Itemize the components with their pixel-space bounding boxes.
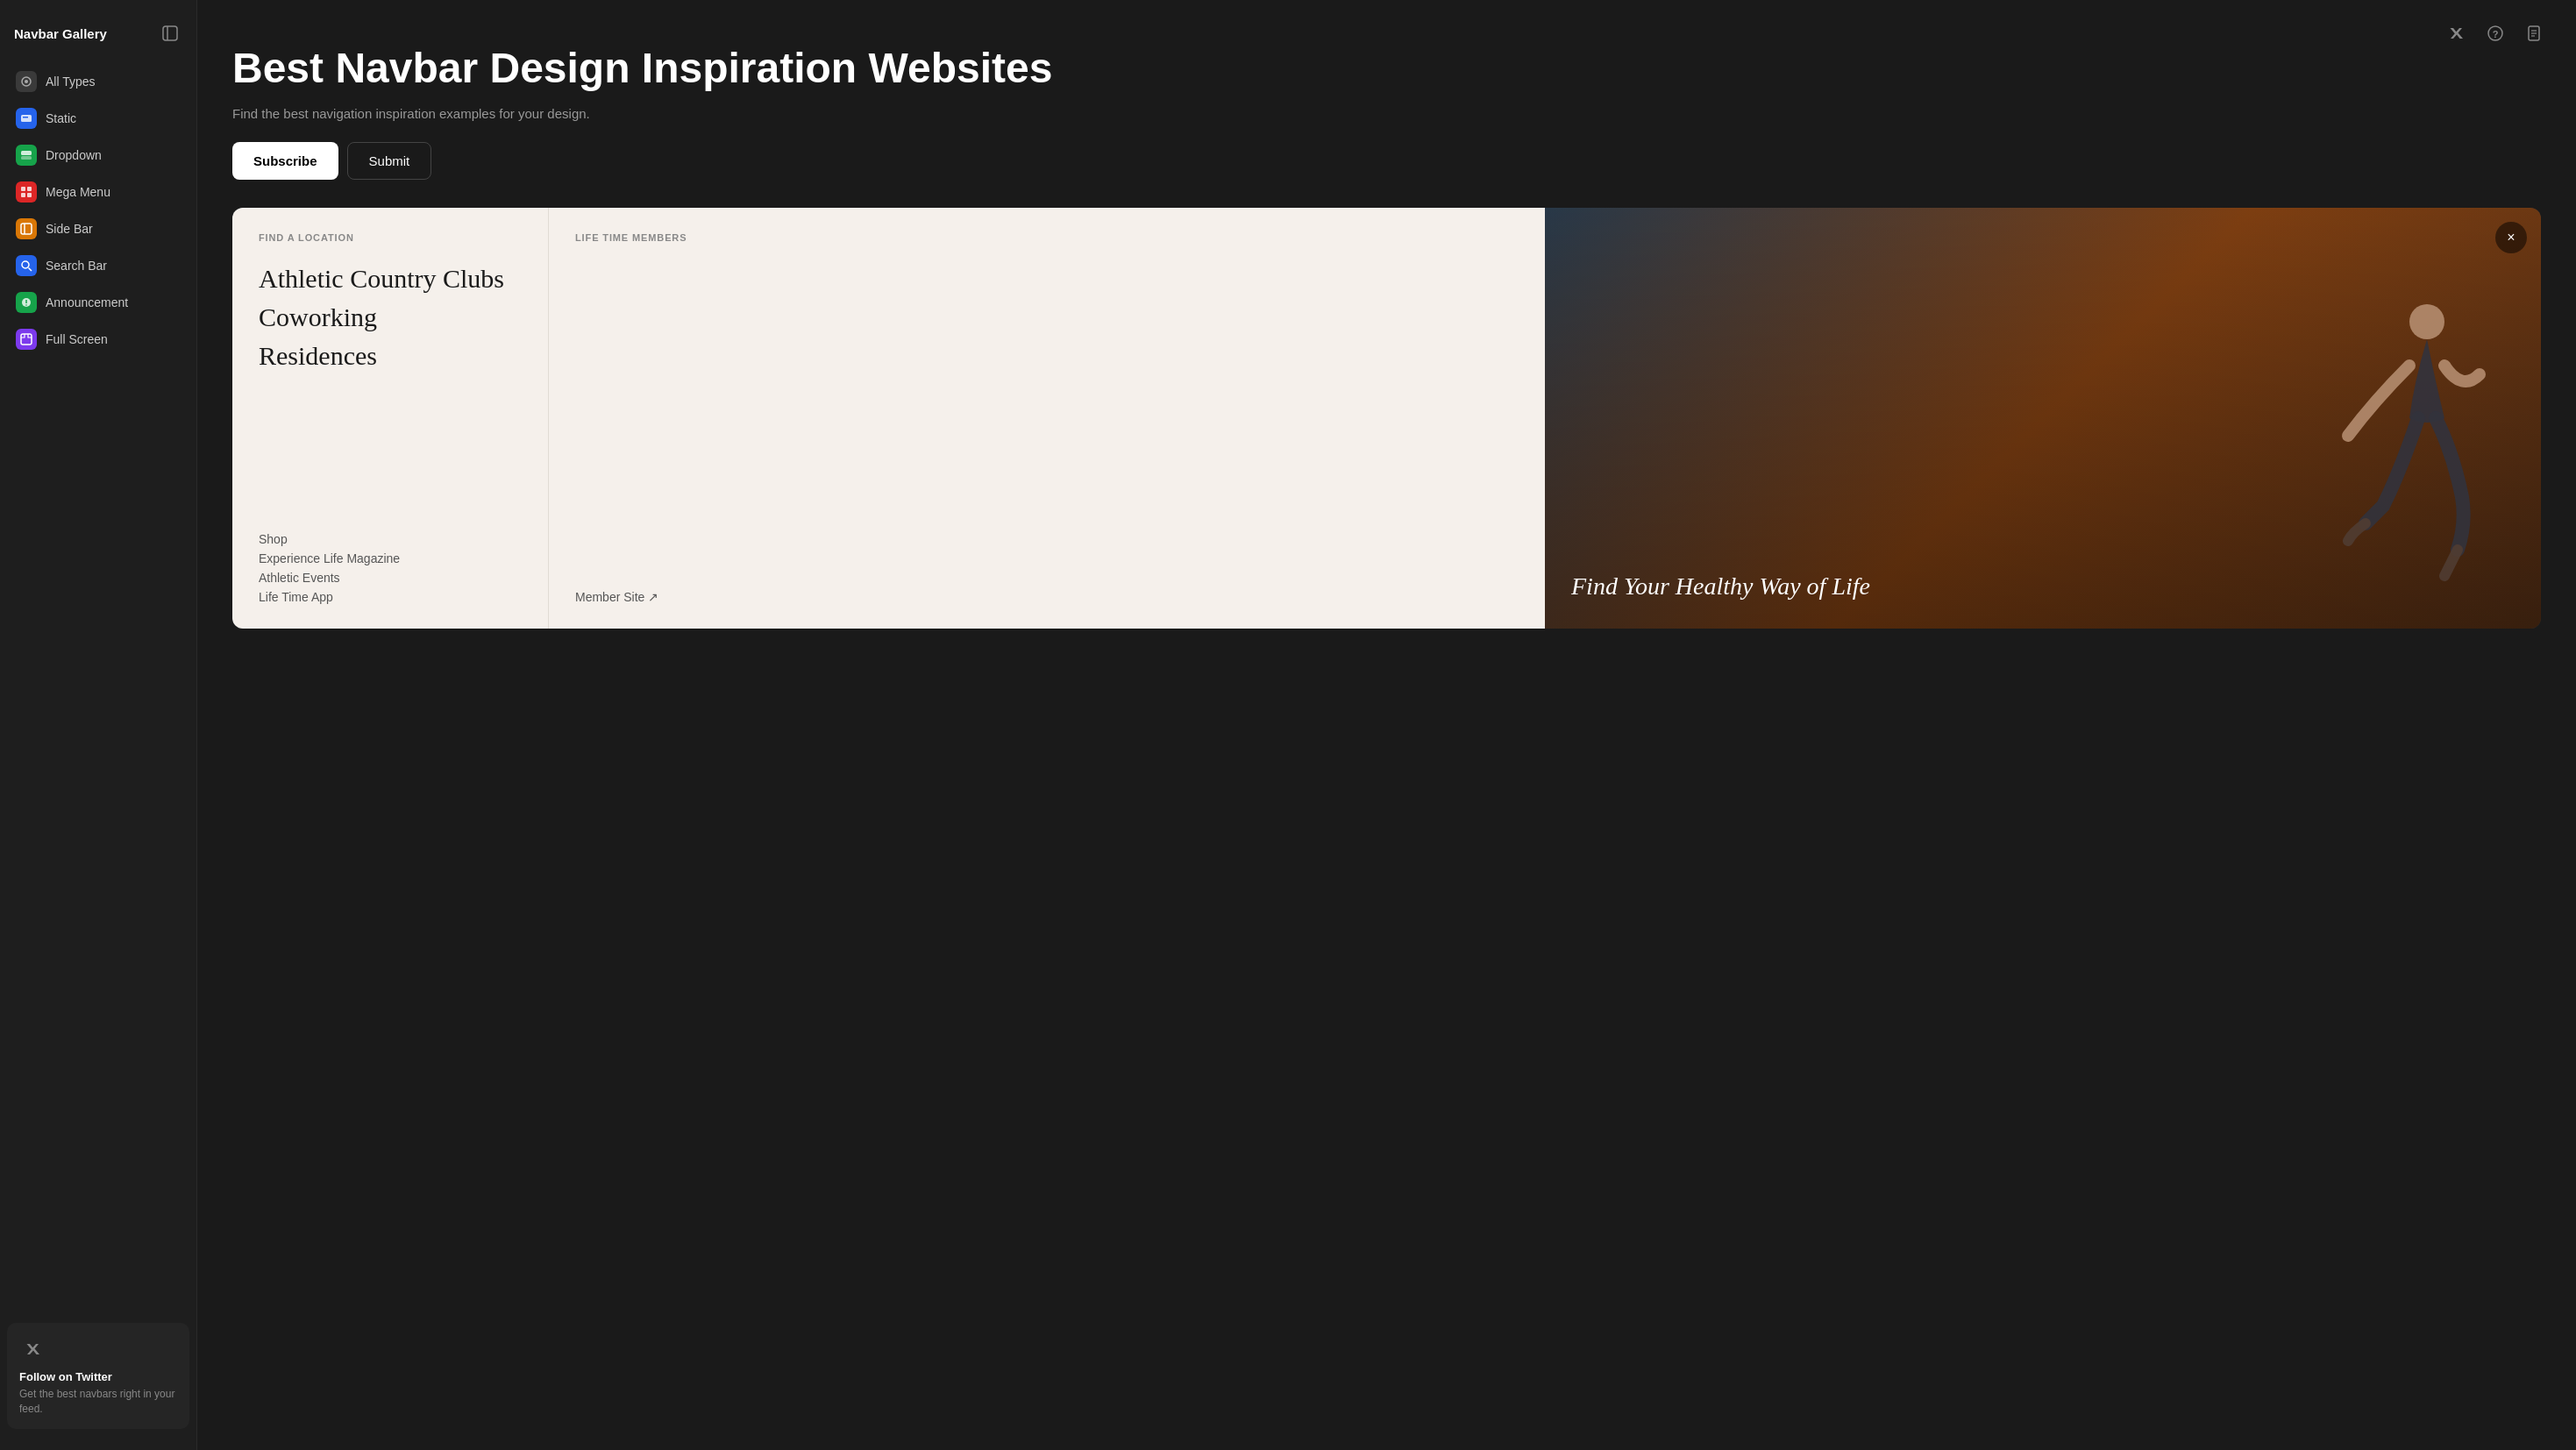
sidebar-toggle-button[interactable] <box>158 21 182 46</box>
svg-rect-19 <box>21 334 32 345</box>
svg-rect-8 <box>21 187 25 191</box>
sidebar-item-label-dropdown: Dropdown <box>46 148 102 162</box>
svg-rect-9 <box>27 187 32 191</box>
menu-middle-column: LIFE TIME MEMBERS Member Site ↗ <box>548 208 1545 629</box>
sidebar-header: Navbar Gallery <box>0 14 196 63</box>
top-bar: ? <box>2441 18 2550 49</box>
hero-section: Best Navbar Design Inspiration Websites … <box>232 44 2541 180</box>
all-types-icon <box>16 71 37 92</box>
file-button[interactable] <box>2518 18 2550 49</box>
help-button[interactable]: ? <box>2480 18 2511 49</box>
sidebar-item-all-types[interactable]: All Types <box>7 63 189 100</box>
announcement-icon <box>16 292 37 313</box>
hero-buttons: Subscribe Submit <box>232 142 2541 180</box>
twitter-section <box>19 1335 177 1363</box>
svg-point-26 <box>2409 304 2444 339</box>
member-site-link[interactable]: Member Site ↗ <box>575 590 1519 604</box>
sidebar-item-side-bar[interactable]: Side Bar <box>7 210 189 247</box>
svg-rect-12 <box>21 224 32 234</box>
sidebar-item-label-search-bar: Search Bar <box>46 259 107 273</box>
sidebar-item-search-bar[interactable]: Search Bar <box>7 247 189 284</box>
sidebar-footer-card: Follow on Twitter Get the best navbars r… <box>7 1323 189 1429</box>
menu-left-column: FIND A LOCATION Athletic Country Clubs C… <box>232 208 548 629</box>
svg-text:?: ? <box>2493 29 2499 39</box>
find-location-label: FIND A LOCATION <box>259 232 522 243</box>
right-tagline: Find Your Healthy Way of Life <box>1571 571 1870 602</box>
svg-rect-0 <box>163 26 177 40</box>
sidebar-item-announcement[interactable]: Announcement <box>7 284 189 321</box>
dropdown-icon <box>16 145 37 166</box>
svg-rect-11 <box>27 193 32 197</box>
bottom-link-life-time-app[interactable]: Life Time App <box>259 590 522 604</box>
svg-line-15 <box>29 268 32 272</box>
hero-title: Best Navbar Design Inspiration Websites <box>232 44 2541 92</box>
footer-title: Follow on Twitter <box>19 1370 177 1383</box>
footer-description: Get the best navbars right in your feed. <box>19 1387 177 1417</box>
svg-point-18 <box>25 304 27 306</box>
sidebar-icon <box>16 218 37 239</box>
svg-rect-6 <box>21 151 32 155</box>
main-link-residences[interactable]: Residences <box>259 341 522 371</box>
svg-rect-4 <box>21 115 32 122</box>
twitter-button[interactable] <box>2441 18 2473 49</box>
full-screen-icon <box>16 329 37 350</box>
mega-menu-preview: × FIND A LOCATION Athletic Country Clubs… <box>232 208 2541 629</box>
sidebar-item-label-full-screen: Full Screen <box>46 332 108 346</box>
member-site-section: Member Site ↗ <box>575 590 1519 604</box>
sidebar: Navbar Gallery All Types <box>0 0 197 1450</box>
bottom-link-experience[interactable]: Experience Life Magazine <box>259 551 522 565</box>
main-link-coworking[interactable]: Coworking <box>259 302 522 332</box>
bottom-link-athletic-events[interactable]: Athletic Events <box>259 571 522 585</box>
bottom-link-shop[interactable]: Shop <box>259 532 522 546</box>
main-content: ? Best Navbar Design Inspiration Website… <box>197 0 2576 1450</box>
sidebar-item-static[interactable]: Static <box>7 100 189 137</box>
svg-point-14 <box>22 261 29 268</box>
static-icon <box>16 108 37 129</box>
svg-point-3 <box>25 80 28 83</box>
sidebar-item-label-all-types: All Types <box>46 75 96 89</box>
menu-main-links: Athletic Country Clubs Coworking Residen… <box>259 264 522 532</box>
sidebar-item-label-static: Static <box>46 111 76 125</box>
svg-rect-7 <box>21 156 32 160</box>
svg-rect-10 <box>21 193 25 197</box>
sidebar-item-full-screen[interactable]: Full Screen <box>7 321 189 358</box>
sidebar-nav: All Types Static Dropdown <box>0 63 196 1309</box>
search-bar-icon <box>16 255 37 276</box>
svg-rect-5 <box>23 117 28 118</box>
submit-button[interactable]: Submit <box>347 142 432 180</box>
sidebar-item-label-mega-menu: Mega Menu <box>46 185 110 199</box>
close-button[interactable]: × <box>2495 222 2527 253</box>
sidebar-item-label-announcement: Announcement <box>46 295 128 309</box>
hero-subtitle: Find the best navigation inspiration exa… <box>232 106 2541 121</box>
mega-menu-icon <box>16 181 37 203</box>
sidebar-item-dropdown[interactable]: Dropdown <box>7 137 189 174</box>
sidebar-item-label-side-bar: Side Bar <box>46 222 93 236</box>
subscribe-button[interactable]: Subscribe <box>232 142 338 180</box>
athlete-silhouette <box>2313 295 2488 629</box>
sidebar-item-mega-menu[interactable]: Mega Menu <box>7 174 189 210</box>
sidebar-title: Navbar Gallery <box>14 26 107 41</box>
menu-bottom-links: Shop Experience Life Magazine Athletic E… <box>259 532 522 604</box>
main-link-athletic[interactable]: Athletic Country Clubs <box>259 264 522 294</box>
life-time-members-label: LIFE TIME MEMBERS <box>575 232 1519 243</box>
twitter-icon <box>19 1335 47 1363</box>
menu-right-column: Find Your Healthy Way of Life <box>1545 208 2541 629</box>
